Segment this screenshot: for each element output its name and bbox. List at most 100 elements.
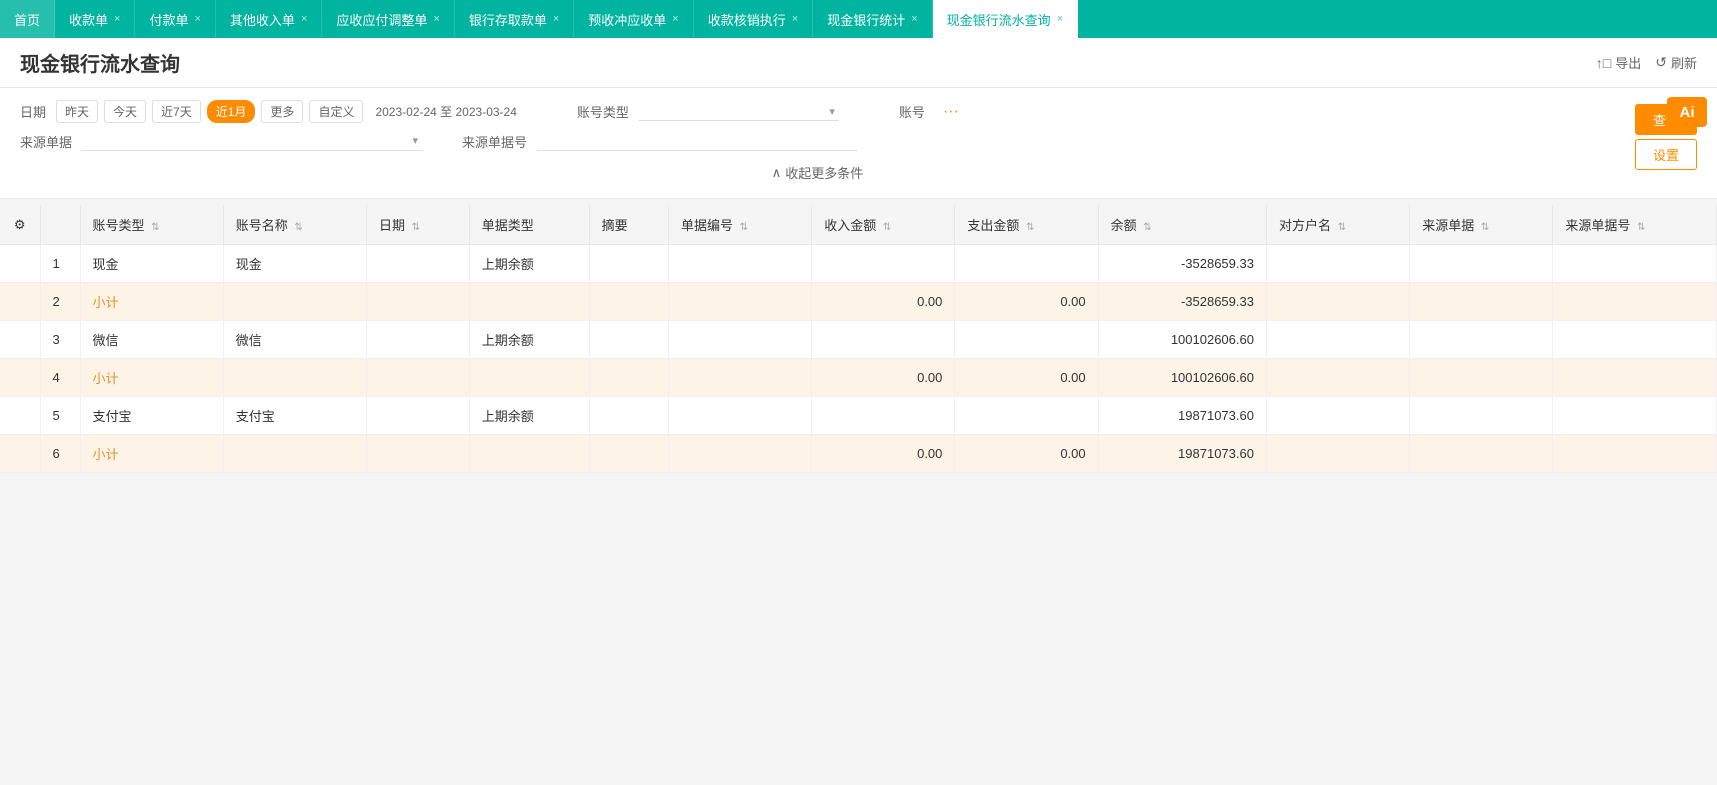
page-header: 现金银行流水查询 ↑□ 导出 ↺ 刷新 [0, 38, 1717, 88]
date-btn-yesterday[interactable]: 昨天 [56, 100, 98, 123]
source-doc-input[interactable] [82, 131, 404, 150]
cell-balance: -3528659.33 [1098, 245, 1266, 283]
cell-index: 5 [40, 397, 80, 435]
cell-expense: 0.00 [955, 435, 1098, 473]
nav-item-ar-ap-adjust[interactable]: 应收应付调整单 × [322, 0, 454, 38]
account-type-filter: 账号类型 ▾ [577, 102, 839, 121]
nav-item-bank-deposit[interactable]: 银行存取款单 × [455, 0, 574, 38]
cell-date [366, 359, 469, 397]
date-btn-today[interactable]: 今天 [104, 100, 146, 123]
settings-button[interactable]: 设置 [1635, 139, 1697, 170]
collapse-bar[interactable]: ∧ 收起更多条件 [20, 159, 1615, 190]
cell-balance: -3528659.33 [1098, 283, 1266, 321]
table-row: 2小计0.000.00-3528659.33 [0, 283, 1717, 321]
gear-column-header[interactable]: ⚙ [0, 205, 40, 245]
date-range-display: 2023-02-24 至 2023-03-24 [375, 103, 516, 120]
cell-account_type: 小计 [80, 359, 223, 397]
table-row: 6小计0.000.0019871073.60 [0, 435, 1717, 473]
cell-gear [0, 435, 40, 473]
cell-expense [955, 321, 1098, 359]
top-navigation: 首页 收款单 × 付款单 × 其他收入单 × 应收应付调整单 × 银行存取款单 … [0, 0, 1717, 38]
close-icon[interactable]: × [433, 13, 439, 25]
cell-account_type: 现金 [80, 245, 223, 283]
account-name-column-header[interactable]: 账号名称 ⇅ [223, 205, 366, 245]
cell-source_doc [1410, 359, 1553, 397]
cell-account_name: 现金 [223, 245, 366, 283]
cell-doc_number [668, 321, 811, 359]
date-btn-1month[interactable]: 近1月 [207, 100, 256, 123]
cell-date [366, 245, 469, 283]
cell-source_doc [1410, 283, 1553, 321]
expense-column-header[interactable]: 支出金额 ⇅ [955, 205, 1098, 245]
cell-income [812, 321, 955, 359]
income-column-header[interactable]: 收入金额 ⇅ [812, 205, 955, 245]
account-type-column-header[interactable]: 账号类型 ⇅ [80, 205, 223, 245]
nav-item-receipt[interactable]: 收款单 × [55, 0, 135, 38]
cell-account_type: 微信 [80, 321, 223, 359]
nav-item-prepay[interactable]: 预收冲应收单 × [574, 0, 693, 38]
date-btn-7days[interactable]: 近7天 [152, 100, 201, 123]
cell-gear [0, 245, 40, 283]
source-doc-number-input[interactable] [537, 131, 857, 151]
close-icon[interactable]: × [553, 13, 559, 25]
close-icon[interactable]: × [1057, 13, 1063, 25]
cell-source_doc [1410, 245, 1553, 283]
date-btn-custom[interactable]: 自定义 [309, 100, 363, 123]
data-table-container: ⚙ 账号类型 ⇅ 账号名称 ⇅ 日期 ⇅ 单据类型 摘要 单据编号 ⇅ 收入金额… [0, 205, 1717, 473]
cell-doc_number [668, 397, 811, 435]
cell-doc_type [469, 283, 589, 321]
cell-index: 1 [40, 245, 80, 283]
cell-index: 3 [40, 321, 80, 359]
cell-counterparty [1266, 359, 1409, 397]
nav-item-collection-exec[interactable]: 收款核销执行 × [694, 0, 813, 38]
close-icon[interactable]: × [114, 13, 120, 25]
cell-doc_type: 上期余额 [469, 397, 589, 435]
close-icon[interactable]: × [792, 13, 798, 25]
cell-doc_type: 上期余额 [469, 245, 589, 283]
close-icon[interactable]: × [194, 13, 200, 25]
cell-doc_number [668, 283, 811, 321]
cell-counterparty [1266, 397, 1409, 435]
refresh-button[interactable]: ↺ 刷新 [1655, 53, 1697, 72]
cell-source_doc [1410, 321, 1553, 359]
cell-summary [589, 283, 668, 321]
nav-item-payment[interactable]: 付款单 × [135, 0, 215, 38]
source-doc-column-header[interactable]: 来源单据 ⇅ [1410, 205, 1553, 245]
source-doc-number-column-header[interactable]: 来源单据号 ⇅ [1553, 205, 1717, 245]
nav-item-other-income[interactable]: 其他收入单 × [216, 0, 322, 38]
counterparty-column-header[interactable]: 对方户名 ⇅ [1266, 205, 1409, 245]
ai-assistant-badge[interactable]: Ai [1667, 97, 1707, 127]
cell-doc_number [668, 359, 811, 397]
cell-source_doc_number [1553, 359, 1717, 397]
doc-number-column-header[interactable]: 单据编号 ⇅ [668, 205, 811, 245]
cell-doc_number [668, 435, 811, 473]
cell-balance: 100102606.60 [1098, 321, 1266, 359]
cell-expense: 0.00 [955, 359, 1098, 397]
cell-gear [0, 283, 40, 321]
cell-account_name: 微信 [223, 321, 366, 359]
close-icon[interactable]: × [911, 13, 917, 25]
date-btn-more[interactable]: 更多 [261, 100, 303, 123]
source-doc-number-label: 来源单据号 [462, 132, 527, 151]
close-icon[interactable]: × [301, 13, 307, 25]
cell-counterparty [1266, 321, 1409, 359]
balance-column-header[interactable]: 余额 ⇅ [1098, 205, 1266, 245]
export-icon: ↑□ [1596, 55, 1611, 71]
close-icon[interactable]: × [672, 13, 678, 25]
cell-summary [589, 321, 668, 359]
cell-balance: 19871073.60 [1098, 435, 1266, 473]
export-button[interactable]: ↑□ 导出 [1596, 53, 1641, 72]
cell-gear [0, 359, 40, 397]
date-column-header[interactable]: 日期 ⇅ [366, 205, 469, 245]
summary-column-header: 摘要 [589, 205, 668, 245]
account-ellipsis-button[interactable]: ··· [943, 103, 959, 121]
account-type-select[interactable]: ▾ [639, 103, 839, 121]
nav-item-home[interactable]: 首页 [0, 0, 55, 38]
cell-counterparty [1266, 435, 1409, 473]
nav-item-cash-bank-stats[interactable]: 现金银行统计 × [813, 0, 932, 38]
cell-index: 4 [40, 359, 80, 397]
filter-section: 日期 昨天 今天 近7天 近1月 更多 自定义 2023-02-24 至 202… [0, 88, 1717, 199]
nav-item-cash-bank-query[interactable]: 现金银行流水查询 × [933, 0, 1078, 38]
cell-account_name [223, 435, 366, 473]
cell-doc_type: 上期余额 [469, 321, 589, 359]
